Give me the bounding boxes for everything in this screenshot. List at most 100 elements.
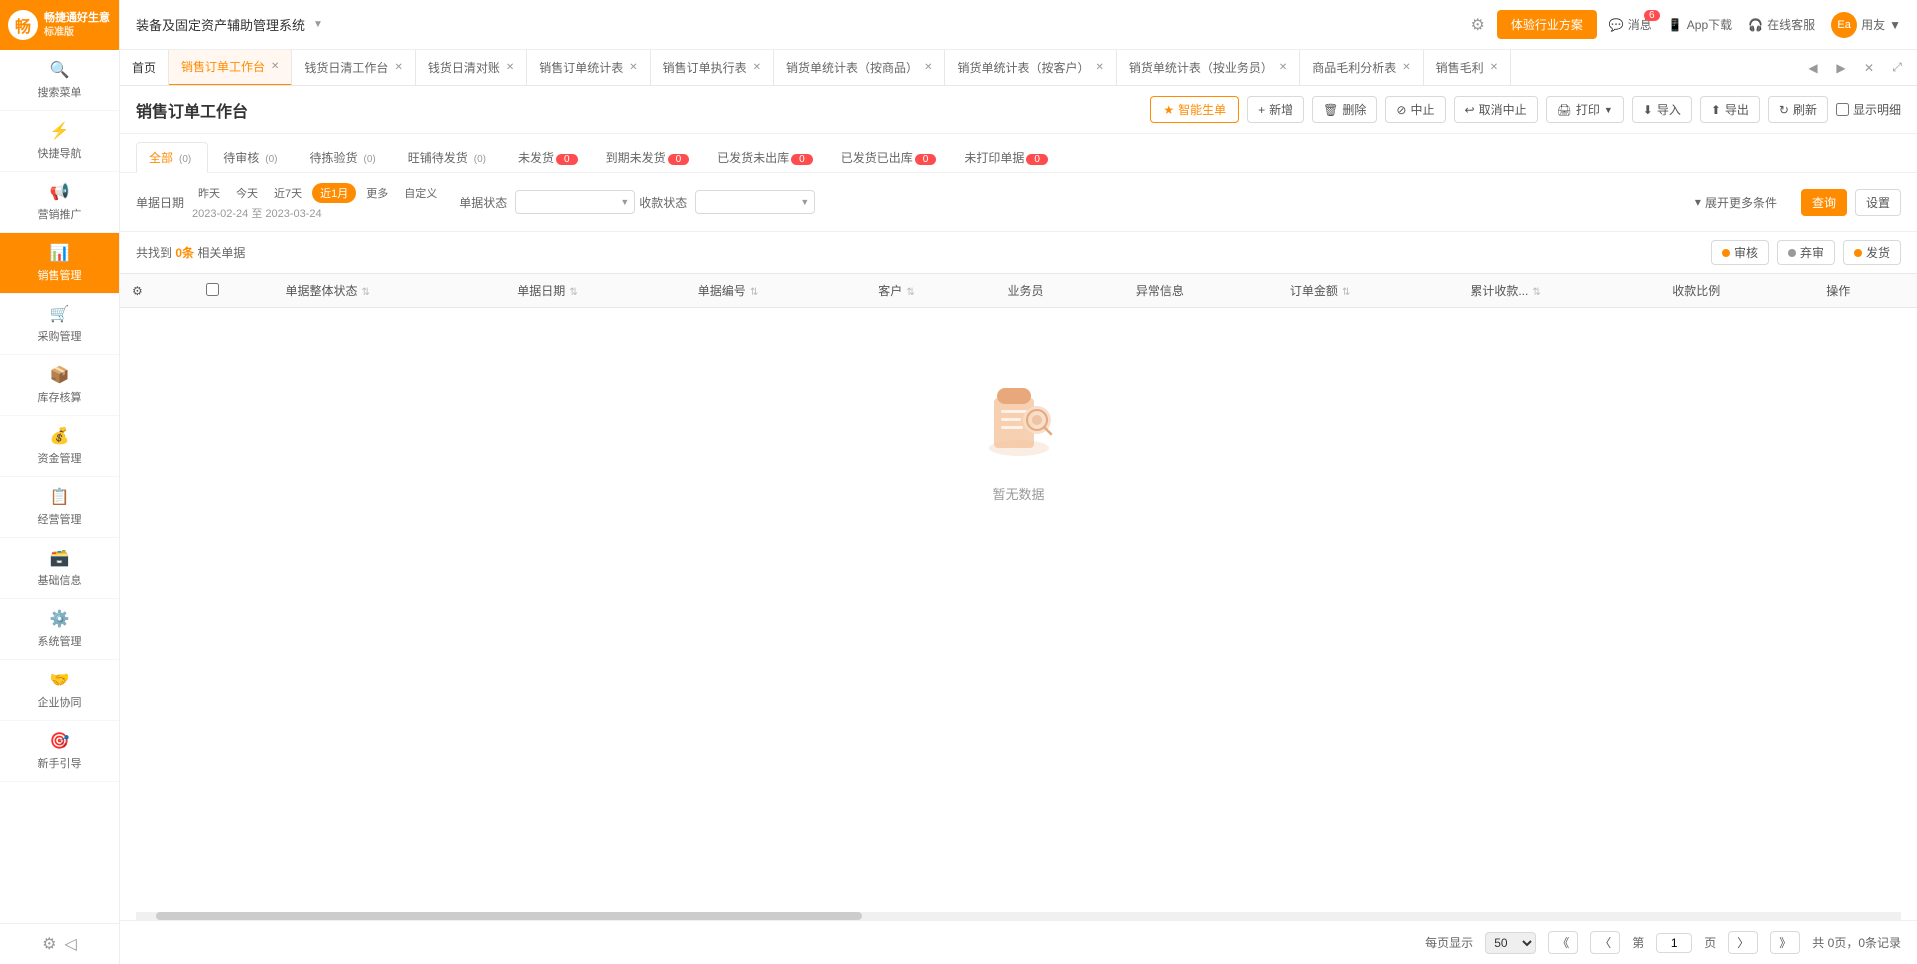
per-page-select[interactable]: 50 100 200 — [1485, 932, 1536, 954]
col-header-customer[interactable]: 客户⇅ — [866, 274, 995, 308]
col-settings-icon[interactable]: ⚙ — [132, 284, 143, 298]
tab-close-sales_profit[interactable]: ✕ — [1490, 62, 1498, 73]
filter-tab-shipped_not_out[interactable]: 已发货未出库0 — [704, 142, 826, 172]
date-shortcut-更多[interactable]: 更多 — [360, 183, 394, 203]
import-btn[interactable]: ⬇ 导入 — [1632, 96, 1692, 123]
new-btn[interactable]: + 新增 — [1247, 96, 1304, 123]
col-header-number[interactable]: 单据编号⇅ — [686, 274, 867, 308]
next-page-btn[interactable]: 〉 — [1728, 931, 1758, 954]
sidebar-item-enterprise[interactable]: 🤝 企业协同 — [0, 660, 119, 721]
abort-btn[interactable]: ⊘ 中止 — [1385, 96, 1445, 123]
tab-close-sales_order_workbench[interactable]: ✕ — [271, 61, 279, 72]
tab-close-sales_stats_product[interactable]: ✕ — [924, 62, 932, 73]
query-btn[interactable]: 查询 — [1801, 189, 1847, 216]
app-download-btn[interactable]: 📱 App下载 — [1668, 16, 1732, 33]
col-header-amount[interactable]: 订单金额⇅ — [1278, 274, 1459, 308]
sidebar-item-inventory[interactable]: 📦 库存核算 — [0, 355, 119, 416]
delete-btn[interactable]: 🗑 删除 — [1312, 96, 1377, 123]
review-batch-btn[interactable]: 审核 — [1711, 240, 1769, 265]
filter-tab-not_printed[interactable]: 未打印单据0 — [951, 142, 1061, 172]
sidebar-item-system[interactable]: ⚙️ 系统管理 — [0, 599, 119, 660]
filter-tab-shipped_out[interactable]: 已发货已出库0 — [828, 142, 950, 172]
show-detail-checkbox[interactable] — [1836, 103, 1849, 116]
tab-sales_profit[interactable]: 销售毛利✕ — [1424, 50, 1511, 86]
payment-select[interactable] — [695, 190, 815, 214]
sidebar-item-purchase[interactable]: 🛒 采购管理 — [0, 294, 119, 355]
user-menu-btn[interactable]: Ea 用友 ▼ — [1831, 12, 1901, 38]
message-btn[interactable]: 💬 消息 6 — [1609, 16, 1652, 33]
sidebar-item-operation[interactable]: 📋 经营管理 — [0, 477, 119, 538]
tab-prev-btn[interactable]: ◀ — [1801, 56, 1825, 80]
tab-cash_reconcile[interactable]: 钱货日清对账✕ — [416, 50, 527, 86]
sidebar: 畅 畅捷通好生意 标准版 🔍 搜索菜单 ⚡ 快捷导航 📢 营销推广 📊 销售管理… — [0, 0, 120, 964]
date-shortcut-昨天[interactable]: 昨天 — [192, 183, 226, 203]
date-shortcut-近1月[interactable]: 近1月 — [312, 183, 356, 203]
system-dropdown-btn[interactable]: ▼ — [313, 19, 323, 30]
show-detail-check[interactable]: 显示明细 — [1836, 101, 1901, 118]
col-header-date[interactable]: 单据日期⇅ — [505, 274, 686, 308]
tab-home[interactable]: 首页 — [120, 50, 169, 86]
sidebar-item-marketing[interactable]: 📢 营销推广 — [0, 172, 119, 233]
unreviewed-batch-btn[interactable]: 弃审 — [1777, 240, 1835, 265]
col-header-collected[interactable]: 累计收款...⇅ — [1458, 274, 1660, 308]
tab-close-sales_stats_staff[interactable]: ✕ — [1279, 62, 1287, 73]
sidebar-item-sales[interactable]: 📊 销售管理 — [0, 233, 119, 294]
filter-tab-wangpu_pending[interactable]: 旺铺待发货(0) — [395, 142, 503, 172]
top-settings-icon[interactable]: ⚙ — [1470, 15, 1484, 35]
tab-sales_stats_product[interactable]: 销货单统计表（按商品）✕ — [774, 50, 945, 86]
ship-batch-btn[interactable]: 发货 — [1843, 240, 1901, 265]
last-page-btn[interactable]: 》 — [1770, 931, 1800, 954]
page-num-input[interactable] — [1656, 933, 1692, 953]
select-all-checkbox[interactable] — [206, 283, 219, 296]
table-scroll-container[interactable]: ⚙单据整体状态⇅单据日期⇅单据编号⇅客户⇅业务员异常信息订单金额⇅累计收款...… — [120, 273, 1917, 912]
tab-next-btn[interactable]: ▶ — [1829, 56, 1853, 80]
scrollbar-thumb[interactable] — [156, 912, 862, 920]
tab-product_margin[interactable]: 商品毛利分析表✕ — [1300, 50, 1423, 86]
tab-sales_order_exec[interactable]: 销售订单执行表✕ — [651, 50, 774, 86]
filter-tab-pending_inspect[interactable]: 待拣验货(0) — [297, 142, 393, 172]
sidebar-item-search[interactable]: 🔍 搜索菜单 — [0, 50, 119, 111]
col-header-status[interactable]: 单据整体状态⇅ — [273, 274, 505, 308]
first-page-btn[interactable]: 《 — [1548, 931, 1578, 954]
date-shortcut-今天[interactable]: 今天 — [230, 183, 264, 203]
print-btn[interactable]: 🖨 打印 ▼ — [1546, 96, 1624, 123]
filter-tab-pending_review[interactable]: 待审核(0) — [210, 142, 294, 172]
ai-gen-btn[interactable]: ★ 智能生单 — [1150, 96, 1239, 123]
tab-sales_stats_staff[interactable]: 销货单统计表（按业务员）✕ — [1117, 50, 1300, 86]
filter-tab-count-pending_inspect: (0) — [360, 154, 380, 165]
prev-page-btn[interactable]: 〈 — [1590, 931, 1620, 954]
export-btn[interactable]: ⬆ 导出 — [1700, 96, 1760, 123]
sidebar-item-guide[interactable]: 🎯 新手引导 — [0, 721, 119, 782]
cancel-abort-btn[interactable]: ↩ 取消中止 — [1454, 96, 1538, 123]
settings-filter-btn[interactable]: 设置 — [1855, 189, 1901, 216]
filter-tab-all[interactable]: 全部(0) — [136, 142, 208, 173]
horizontal-scrollbar[interactable] — [136, 912, 1901, 920]
industry-btn[interactable]: 体验行业方案 — [1497, 10, 1597, 39]
tab-sales_order_workbench[interactable]: 销售订单工作台✕ — [169, 50, 292, 86]
date-shortcut-近7天[interactable]: 近7天 — [268, 183, 308, 203]
settings-bottom-icon[interactable]: ⚙ — [42, 934, 56, 954]
tab-cash_daily[interactable]: 钱货日清工作台✕ — [292, 50, 415, 86]
filter-tab-overdue_not_shipped[interactable]: 到期未发货0 — [593, 142, 703, 172]
sidebar-item-finance[interactable]: 💰 资金管理 — [0, 416, 119, 477]
expand-btn[interactable]: ▾ 展开更多条件 — [1695, 194, 1777, 211]
status-select[interactable] — [515, 190, 635, 214]
tab-close-sales_stats_customer[interactable]: ✕ — [1095, 62, 1103, 73]
filter-action-btns: 查询 设置 — [1801, 189, 1901, 216]
refresh-btn[interactable]: ↻ 刷新 — [1768, 96, 1828, 123]
tab-sales_stats_customer[interactable]: 销货单统计表（按客户）✕ — [945, 50, 1116, 86]
tab-maximize-btn[interactable]: ⤢ — [1885, 56, 1909, 80]
date-shortcut-自定义[interactable]: 自定义 — [398, 183, 443, 203]
tab-close-sales_order_exec[interactable]: ✕ — [753, 62, 761, 73]
tab-close-sales_order_stats[interactable]: ✕ — [629, 62, 637, 73]
filter-tab-not_shipped[interactable]: 未发货0 — [505, 142, 591, 172]
tab-close-product_margin[interactable]: ✕ — [1402, 62, 1410, 73]
tab-close-all-btn[interactable]: ✕ — [1857, 56, 1881, 80]
sidebar-item-basic[interactable]: 🗃️ 基础信息 — [0, 538, 119, 599]
collapse-icon[interactable]: ◁ — [65, 934, 77, 954]
sidebar-item-quick_nav[interactable]: ⚡ 快捷导航 — [0, 111, 119, 172]
online-service-btn[interactable]: 🎧 在线客服 — [1748, 16, 1815, 33]
tab-close-cash_reconcile[interactable]: ✕ — [506, 62, 514, 73]
tab-sales_order_stats[interactable]: 销售订单统计表✕ — [527, 50, 650, 86]
tab-close-cash_daily[interactable]: ✕ — [394, 62, 402, 73]
